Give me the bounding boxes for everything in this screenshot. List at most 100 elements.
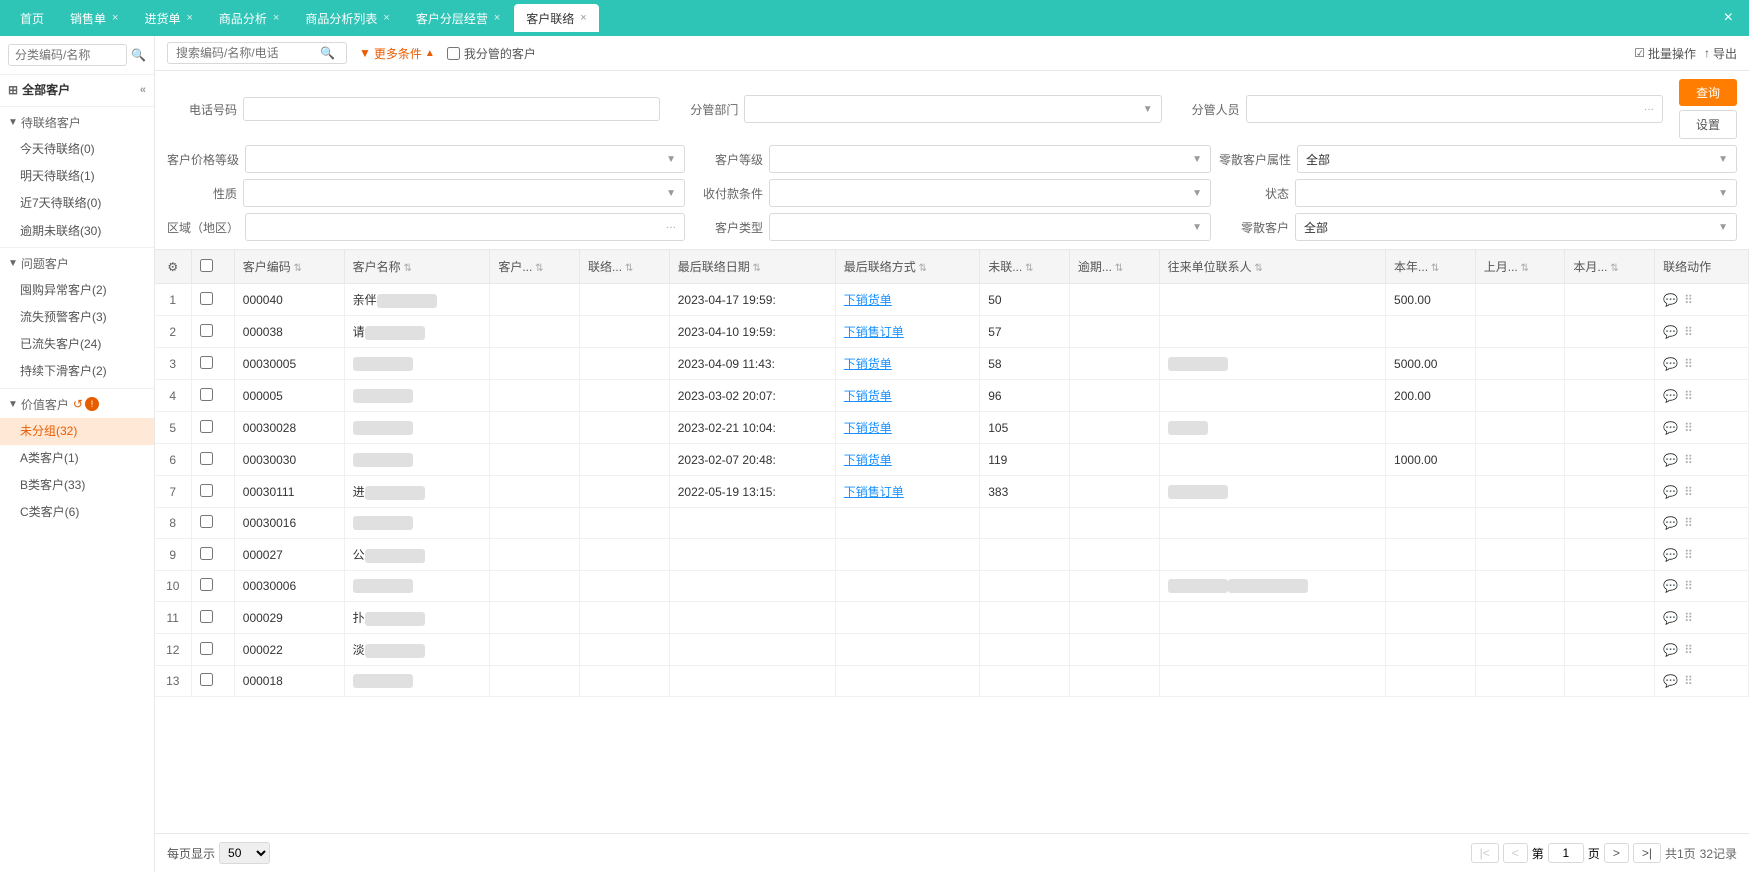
contact-method-link[interactable]: 下销售订单 (844, 325, 904, 339)
group-value-customers[interactable]: ▼ 价值客户 ↺ ! (0, 391, 154, 418)
export-btn[interactable]: ↑ 导出 (1704, 45, 1737, 62)
tab-product-analysis-list[interactable]: 商品分析列表 × (293, 4, 401, 32)
th-last-contact-date[interactable]: 最后联络日期 (669, 250, 835, 284)
th-last-month[interactable]: 上月... (1475, 250, 1565, 284)
chat-icon[interactable]: 💬 (1663, 421, 1678, 435)
sidebar-item-abnormal[interactable]: 囤购异常客户(2) (0, 277, 154, 304)
more-icon[interactable]: ⠿ (1684, 674, 1693, 688)
chat-icon[interactable]: 💬 (1663, 643, 1678, 657)
chat-icon[interactable]: 💬 (1663, 611, 1678, 625)
chat-icon[interactable]: 💬 (1663, 325, 1678, 339)
group-pending-contact[interactable]: ▼ 待联络客户 (0, 109, 154, 136)
more-icon[interactable]: ⠿ (1684, 643, 1693, 657)
sidebar-item-churned[interactable]: 已流失客户(24) (0, 331, 154, 358)
more-icon[interactable]: ⠿ (1684, 325, 1693, 339)
tab-customer-contact[interactable]: 客户联络 × (514, 4, 598, 32)
more-icon[interactable]: ⠿ (1684, 579, 1693, 593)
row-checkbox[interactable] (200, 324, 213, 337)
th-code[interactable]: 客户编码 (234, 250, 344, 284)
more-icon[interactable]: ⠿ (1684, 485, 1693, 499)
row-checkbox[interactable] (200, 673, 213, 686)
row-checkbox[interactable] (200, 420, 213, 433)
sidebar-item-class-c[interactable]: C类客户(6) (0, 499, 154, 526)
retail-select[interactable]: 全部▼ (1295, 213, 1737, 241)
sidebar-search-icon[interactable]: 🔍 (131, 48, 146, 62)
more-icon[interactable]: ⠿ (1684, 516, 1693, 530)
first-page-btn[interactable]: |< (1471, 843, 1499, 863)
chat-icon[interactable]: 💬 (1663, 485, 1678, 499)
th-last-contact-method[interactable]: 最后联络方式 (835, 250, 980, 284)
customer-level-select[interactable]: ▼ (769, 145, 1211, 173)
contact-method-link[interactable]: 下销货单 (844, 453, 892, 467)
region-select[interactable]: ··· (245, 213, 685, 241)
chat-icon[interactable]: 💬 (1663, 453, 1678, 467)
sidebar-item-tomorrow[interactable]: 明天待联络(1) (0, 163, 154, 190)
contact-method-link[interactable]: 下销货单 (844, 389, 892, 403)
chat-icon[interactable]: 💬 (1663, 516, 1678, 530)
retail-attr-select[interactable]: 全部▼ (1297, 145, 1737, 173)
customer-contact-tab-close[interactable]: × (580, 12, 586, 24)
sidebar-search-input[interactable] (8, 44, 127, 66)
sidebar-item-today[interactable]: 今天待联络(0) (0, 136, 154, 163)
chat-icon[interactable]: 💬 (1663, 579, 1678, 593)
contact-method-link[interactable]: 下销货单 (844, 421, 892, 435)
my-customers-toggle[interactable]: 我分管的客户 (447, 45, 536, 62)
sales-tab-close[interactable]: × (112, 12, 118, 24)
sidebar-item-class-a[interactable]: A类客户(1) (0, 445, 154, 472)
customer-segment-tab-close[interactable]: × (494, 12, 500, 24)
status-select[interactable]: ▼ (1295, 179, 1737, 207)
next-page-btn[interactable]: > (1604, 843, 1629, 863)
tab-home[interactable]: 首页 (8, 4, 56, 32)
th-this-month[interactable]: 本月... (1565, 250, 1655, 284)
chat-icon[interactable]: 💬 (1663, 548, 1678, 562)
group-problem-customers[interactable]: ▼ 问题客户 (0, 250, 154, 277)
row-checkbox[interactable] (200, 484, 213, 497)
all-customers-header[interactable]: ⊞ 全部客户 « (0, 75, 154, 104)
sidebar-collapse-btn[interactable]: « (140, 84, 146, 96)
product-analysis-list-tab-close[interactable]: × (383, 12, 389, 24)
phone-input[interactable] (243, 97, 660, 121)
th-not-contacted[interactable]: 未联... (980, 250, 1070, 284)
row-checkbox[interactable] (200, 388, 213, 401)
chat-icon[interactable]: 💬 (1663, 357, 1678, 371)
more-icon[interactable]: ⠿ (1684, 389, 1693, 403)
row-checkbox[interactable] (200, 642, 213, 655)
th-company-contact[interactable]: 往来单位联系人 (1159, 250, 1385, 284)
more-icon[interactable]: ⠿ (1684, 293, 1693, 307)
more-icon[interactable]: ⠿ (1684, 611, 1693, 625)
tab-product-analysis[interactable]: 商品分析 × (207, 4, 291, 32)
tab-customer-segment[interactable]: 客户分层经营 × (404, 4, 512, 32)
payment-select[interactable]: ▼ (769, 179, 1211, 207)
sidebar-item-unclassified[interactable]: 未分组(32) (0, 418, 154, 445)
row-checkbox[interactable] (200, 292, 213, 305)
prev-page-btn[interactable]: < (1503, 843, 1528, 863)
price-level-select[interactable]: ▼ (245, 145, 685, 173)
reset-button[interactable]: 设置 (1679, 110, 1737, 139)
batch-ops-btn[interactable]: ☑ 批量操作 (1634, 45, 1696, 62)
refresh-icon[interactable]: ↺ (73, 397, 83, 411)
last-page-btn[interactable]: >| (1633, 843, 1661, 863)
row-checkbox[interactable] (200, 515, 213, 528)
th-settings[interactable]: ⚙ (155, 250, 191, 284)
sidebar-item-overdue[interactable]: 逾期未联络(30) (0, 218, 154, 245)
dept-select[interactable]: ▼ (744, 95, 1161, 123)
purchase-tab-close[interactable]: × (186, 12, 192, 24)
th-type[interactable]: 客户... (490, 250, 580, 284)
more-conditions-btn[interactable]: ▼ 更多条件 ▲ (359, 45, 435, 62)
row-checkbox[interactable] (200, 452, 213, 465)
page-size-select[interactable]: 50 20 100 (219, 842, 270, 864)
sidebar-item-declining[interactable]: 持续下滑客户(2) (0, 358, 154, 385)
contact-method-link[interactable]: 下销货单 (844, 357, 892, 371)
search-input[interactable] (176, 46, 316, 60)
row-checkbox[interactable] (200, 578, 213, 591)
th-name[interactable]: 客户名称 (344, 250, 490, 284)
row-checkbox[interactable] (200, 356, 213, 369)
page-number-input[interactable] (1548, 843, 1584, 863)
row-checkbox[interactable] (200, 547, 213, 560)
customer-type-select[interactable]: ▼ (769, 213, 1211, 241)
property-select[interactable]: ▼ (243, 179, 685, 207)
query-button[interactable]: 查询 (1679, 79, 1737, 106)
sidebar-item-churn-warning[interactable]: 流失预警客户(3) (0, 304, 154, 331)
chat-icon[interactable]: 💬 (1663, 389, 1678, 403)
window-close-button[interactable]: × (1716, 9, 1741, 27)
